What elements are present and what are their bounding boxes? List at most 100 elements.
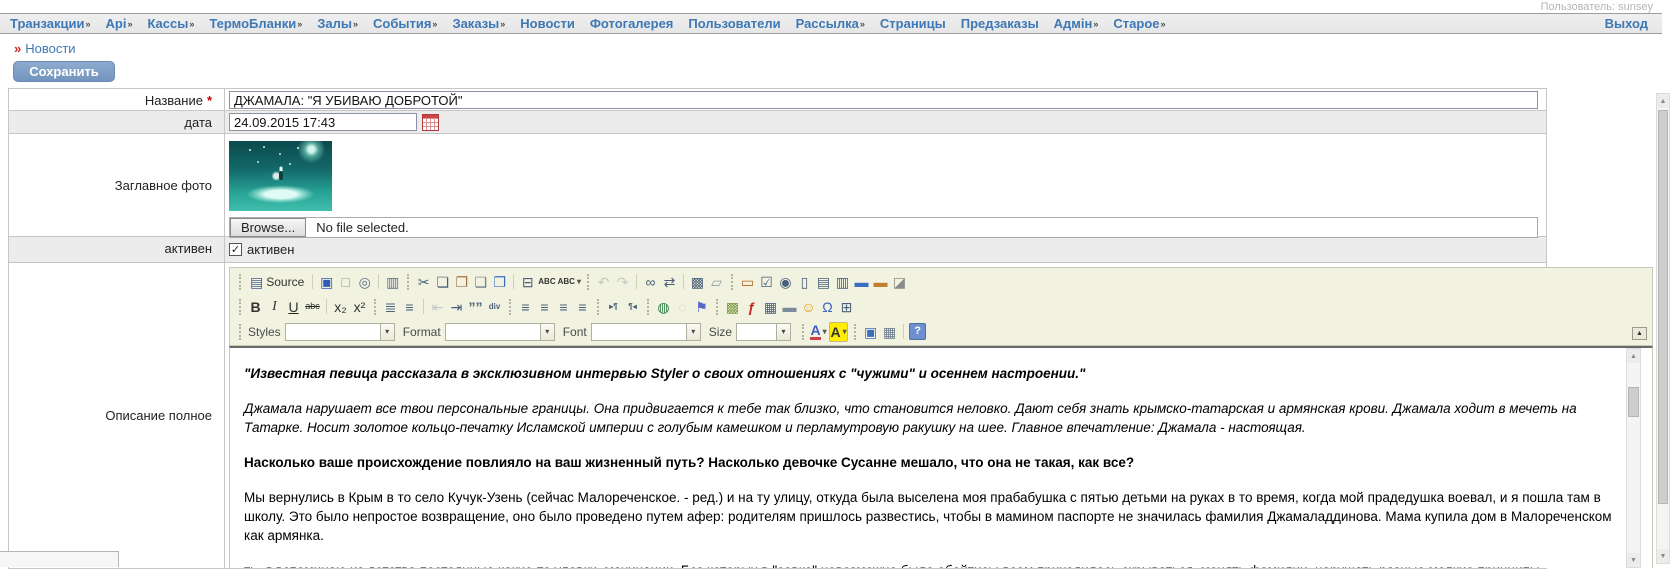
decrease-indent-icon[interactable]: ⇤ <box>429 298 446 316</box>
nav-item[interactable]: Старое» <box>1113 16 1165 31</box>
textarea-field-icon[interactable]: ▤ <box>815 273 832 291</box>
nav-item[interactable]: Заказы» <box>452 16 505 31</box>
about-icon[interactable]: ? <box>909 323 927 340</box>
horizontal-rule-icon[interactable]: ▬ <box>781 298 798 316</box>
size-dropdown-value[interactable] <box>736 322 777 341</box>
align-justify-icon[interactable]: ≡ <box>574 298 591 316</box>
page-scrollbar-thumb[interactable] <box>1658 110 1668 504</box>
scroll-down-icon[interactable]: ▼ <box>1627 553 1640 567</box>
styles-dropdown[interactable]: ▾ <box>284 322 395 341</box>
format-dropdown[interactable]: ▾ <box>444 322 555 341</box>
styles-dropdown-value[interactable] <box>284 322 380 341</box>
nav-item[interactable]: ТермоБланки» <box>209 16 302 31</box>
unlink-icon[interactable]: ◌ <box>674 298 691 316</box>
flash-icon[interactable]: ƒ <box>743 298 760 316</box>
date-input[interactable] <box>229 113 417 131</box>
editor-scrollbar-thumb[interactable] <box>1628 387 1639 417</box>
italic-icon[interactable]: I <box>266 298 283 316</box>
paste-plain-text-icon[interactable]: ❑ <box>472 273 489 291</box>
link-icon[interactable]: ◍ <box>655 298 672 316</box>
text-direction-rtl-icon[interactable]: ¶◂ <box>624 298 641 316</box>
templates-icon[interactable]: ▥ <box>384 273 401 291</box>
maximize-icon[interactable]: ▣ <box>862 323 879 341</box>
chevron-down-icon[interactable]: ▾ <box>379 322 395 341</box>
nav-item[interactable]: Пользователи <box>688 16 780 31</box>
page-scroll-down-icon[interactable]: ▼ <box>1657 549 1669 563</box>
collapse-toolbar-button[interactable]: ▲ <box>1632 327 1647 340</box>
font-dropdown[interactable]: ▾ <box>590 322 701 341</box>
text-color-icon[interactable]: A ▾ <box>810 323 827 341</box>
source-button[interactable]: ▤ Source <box>247 273 307 291</box>
select-field-icon[interactable]: ▥ <box>834 273 851 291</box>
cut-icon[interactable]: ✂ <box>415 273 432 291</box>
page-scroll-up-icon[interactable]: ▲ <box>1657 94 1669 108</box>
preview-icon[interactable]: ◎ <box>356 273 373 291</box>
format-dropdown-value[interactable] <box>444 322 540 341</box>
text-direction-ltr-icon[interactable]: ▸¶ <box>605 298 622 316</box>
nav-item[interactable]: Адмін» <box>1054 16 1099 31</box>
nav-item[interactable]: Новости <box>520 16 575 31</box>
title-input[interactable] <box>229 91 1538 109</box>
select-all-icon[interactable]: ▩ <box>689 273 706 291</box>
page-scrollbar[interactable]: ▲ ▼ <box>1656 93 1670 564</box>
text-field-icon[interactable]: ▯ <box>796 273 813 291</box>
numbered-list-icon[interactable]: ≣ <box>382 298 399 316</box>
chevron-down-icon[interactable]: ▾ <box>685 322 701 341</box>
button-field-icon[interactable]: ▬ <box>853 273 870 291</box>
paste-from-word-icon[interactable]: ❒ <box>491 273 508 291</box>
nav-item[interactable]: Рассылка» <box>796 16 865 31</box>
nav-item[interactable]: Предзаказы <box>961 16 1039 31</box>
scayt-icon[interactable]: ABC ▾ <box>558 273 581 291</box>
editor-scrollbar[interactable]: ▲ ▼ <box>1626 348 1641 568</box>
image-button-field-icon[interactable]: ▬ <box>872 273 889 291</box>
subscript-icon[interactable]: x₂ <box>332 298 349 316</box>
nav-item[interactable]: Страницы <box>880 16 946 31</box>
scroll-up-icon[interactable]: ▲ <box>1627 349 1640 363</box>
image-icon[interactable]: ▩ <box>724 298 741 316</box>
bulleted-list-icon[interactable]: ≡ <box>401 298 418 316</box>
form-field-icon[interactable]: ▭ <box>739 273 756 291</box>
underline-icon[interactable]: U <box>285 298 302 316</box>
editor-content-text[interactable]: "Известная певица рассказала в эксклюзив… <box>230 364 1652 568</box>
replace-icon[interactable]: ⇄ <box>661 273 678 291</box>
hidden-field-icon[interactable]: ◪ <box>891 273 908 291</box>
breadcrumb-news-link[interactable]: Новости <box>25 41 75 56</box>
table-icon[interactable]: ▦ <box>762 298 779 316</box>
nav-item[interactable]: Фотогалерея <box>590 16 674 31</box>
undo-icon[interactable]: ↶ <box>595 273 612 291</box>
calendar-icon[interactable] <box>422 113 439 131</box>
logout-link[interactable]: Выход <box>1605 16 1648 31</box>
spell-check-icon[interactable]: ABC <box>538 273 555 291</box>
div-container-icon[interactable]: div <box>486 298 503 316</box>
background-color-icon[interactable]: A ▾ <box>829 321 849 342</box>
nav-item[interactable]: События» <box>373 16 437 31</box>
superscript-icon[interactable]: x² <box>351 298 368 316</box>
new-page-icon[interactable]: □ <box>337 273 354 291</box>
nav-item[interactable]: Api» <box>106 16 133 31</box>
smiley-icon[interactable]: ☺ <box>800 298 817 316</box>
bold-icon[interactable]: B <box>247 298 264 316</box>
chevron-down-icon[interactable]: ▾ <box>776 322 792 341</box>
nav-item[interactable]: Кассы» <box>147 16 194 31</box>
special-character-icon[interactable]: Ω <box>819 298 836 316</box>
increase-indent-icon[interactable]: ⇥ <box>448 298 465 316</box>
nav-item[interactable]: Залы» <box>317 16 358 31</box>
nav-item[interactable]: Транзакции» <box>10 16 91 31</box>
redo-icon[interactable]: ↷ <box>614 273 631 291</box>
print-icon[interactable]: ⊟ <box>519 273 536 291</box>
size-dropdown[interactable]: ▾ <box>736 322 792 341</box>
page-break-icon[interactable]: ⊞ <box>838 298 855 316</box>
find-icon[interactable]: ∞ <box>642 273 659 291</box>
browse-button[interactable]: Browse... <box>230 218 307 237</box>
radio-field-icon[interactable]: ◉ <box>777 273 794 291</box>
active-checkbox[interactable]: ✓ <box>229 243 242 256</box>
save-document-icon[interactable]: ▣ <box>318 273 335 291</box>
blockquote-icon[interactable]: ”” <box>467 298 484 316</box>
chevron-down-icon[interactable]: ▾ <box>539 322 555 341</box>
remove-format-icon[interactable]: ▱ <box>708 273 725 291</box>
align-left-icon[interactable]: ≡ <box>517 298 534 316</box>
show-blocks-icon[interactable]: ▦ <box>881 323 898 341</box>
align-center-icon[interactable]: ≡ <box>536 298 553 316</box>
align-right-icon[interactable]: ≡ <box>555 298 572 316</box>
strikethrough-icon[interactable]: abc <box>304 298 321 316</box>
